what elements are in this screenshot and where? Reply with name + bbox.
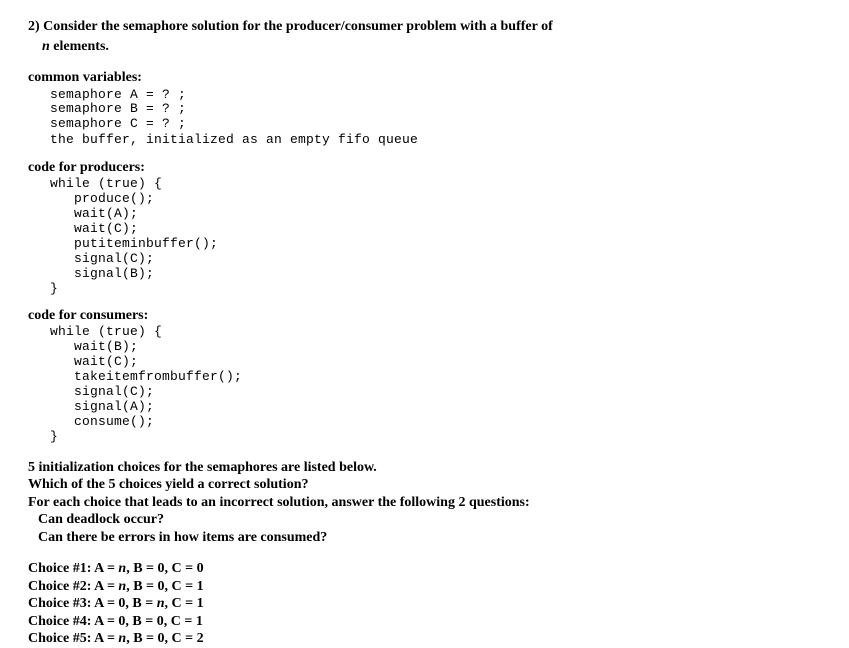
q-line1: 5 initialization choices for the semapho… (28, 459, 821, 477)
choices-block: Choice #1: A = n, B = 0, C = 0 Choice #2… (28, 560, 821, 648)
choice-label: Choice #1: A = (28, 561, 118, 576)
choice-label: Choice #3: A = 0, B = (28, 596, 157, 611)
q-line3: For each choice that leads to an incorre… (28, 494, 821, 512)
question-number: 2) (28, 19, 40, 34)
common-vars-title: common variables: (28, 69, 821, 87)
choice-n: n (157, 596, 165, 611)
choice-rest: , C = 1 (165, 596, 204, 611)
consumers-code: while (true) { wait(B); wait(C); takeite… (50, 325, 821, 445)
elements-word: elements. (50, 39, 109, 54)
choice-row: Choice #3: A = 0, B = n, C = 1 (28, 595, 821, 613)
question-subline: n elements. (42, 38, 821, 56)
q-line2: Which of the 5 choices yield a correct s… (28, 476, 821, 494)
choice-label: Choice #5: A = (28, 631, 118, 646)
question-text: Consider the semaphore solution for the … (43, 19, 553, 34)
choice-row: Choice #5: A = n, B = 0, C = 2 (28, 630, 821, 648)
q-deadlock: Can deadlock occur? (38, 511, 821, 529)
choice-row: Choice #2: A = n, B = 0, C = 1 (28, 578, 821, 596)
producers-code: while (true) { produce(); wait(A); wait(… (50, 177, 821, 297)
common-vars-code: semaphore A = ? ; semaphore B = ? ; sema… (50, 88, 821, 133)
choice-rest: , B = 0, C = 0 (126, 561, 203, 576)
choice-label: Choice #4: A = 0, B = 0, C = 1 (28, 614, 203, 629)
consumers-title: code for consumers: (28, 307, 821, 325)
choice-label: Choice #2: A = (28, 579, 118, 594)
q-errors: Can there be errors in how items are con… (38, 529, 821, 547)
producers-title: code for producers: (28, 159, 821, 177)
choice-n: n (118, 631, 126, 646)
choice-rest: , B = 0, C = 2 (126, 631, 203, 646)
choice-rest: , B = 0, C = 1 (126, 579, 203, 594)
n-var: n (42, 39, 50, 54)
questions-block: 5 initialization choices for the semapho… (28, 459, 821, 547)
buffer-note: the buffer, initialized as an empty fifo… (50, 132, 821, 148)
choice-row: Choice #4: A = 0, B = 0, C = 1 (28, 613, 821, 631)
question-header: 2) Consider the semaphore solution for t… (28, 18, 821, 36)
choice-row: Choice #1: A = n, B = 0, C = 0 (28, 560, 821, 578)
